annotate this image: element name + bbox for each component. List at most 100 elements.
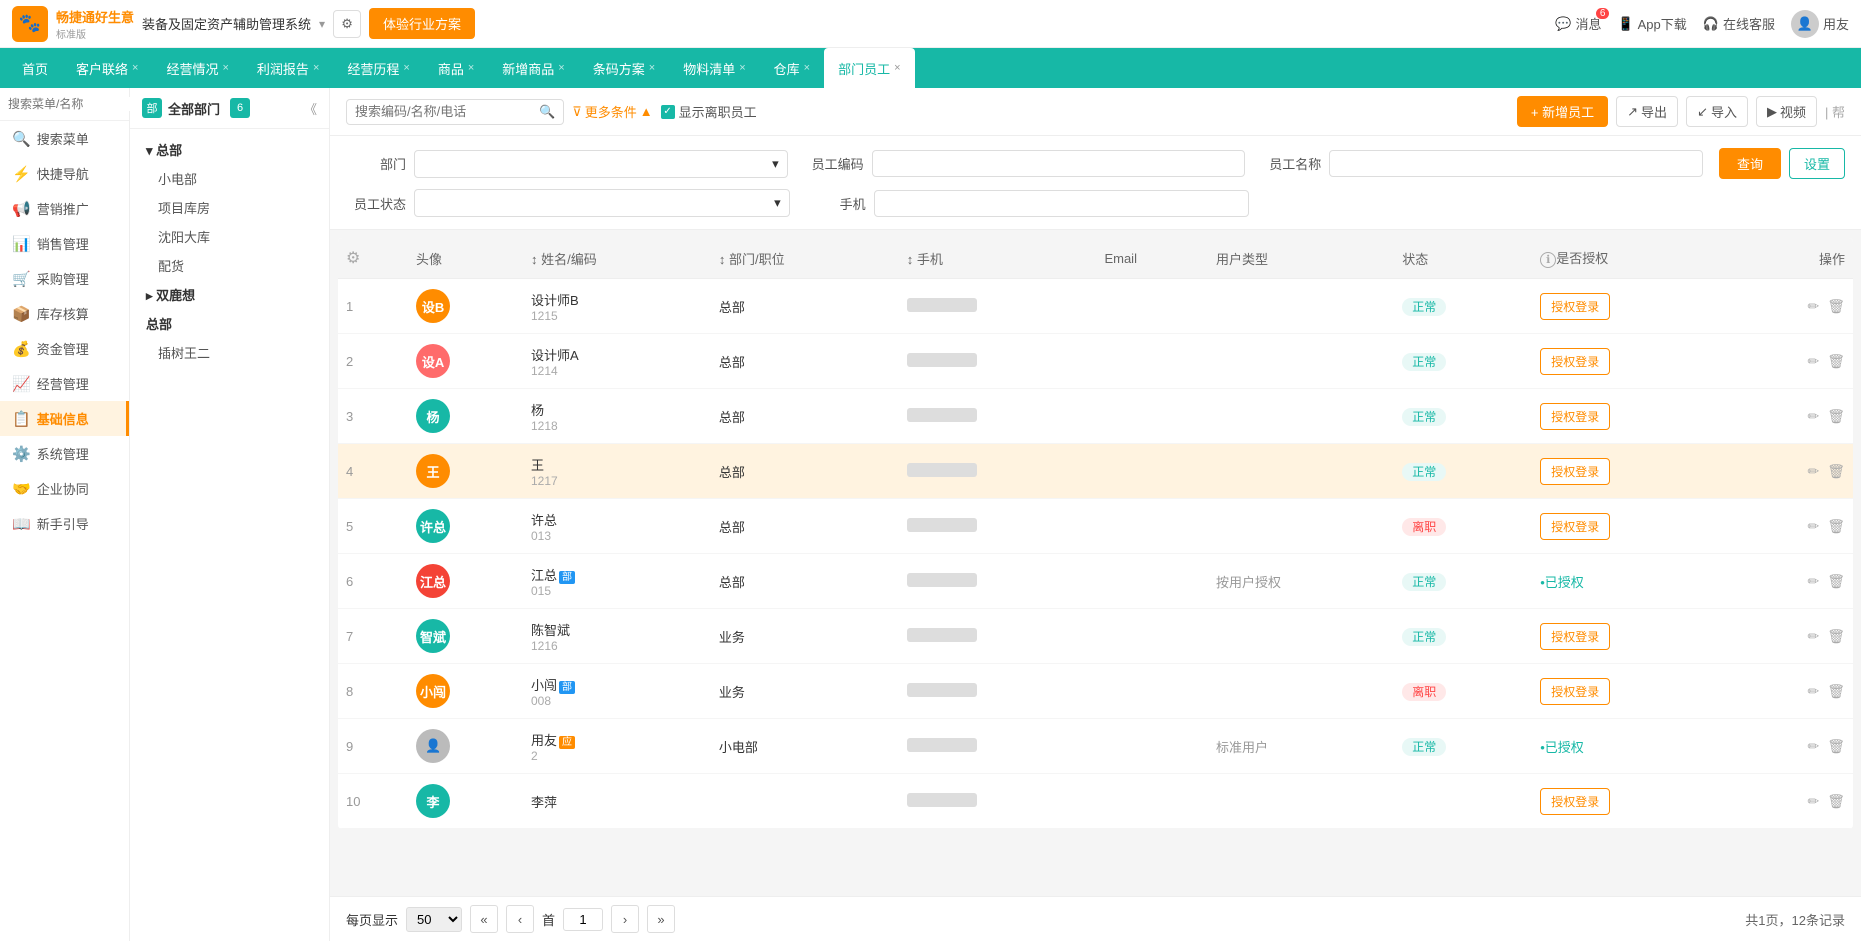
info-icon[interactable]: ℹ: [1540, 252, 1556, 268]
edit-icon[interactable]: ✏: [1807, 683, 1819, 700]
page-number-input[interactable]: [563, 908, 603, 931]
dept-node-配货[interactable]: 配货: [130, 251, 329, 280]
prev-page-button[interactable]: ‹: [506, 905, 534, 933]
delete-icon[interactable]: 🗑: [1827, 518, 1845, 535]
sidebar-item-系统管理[interactable]: ⚙️系统管理: [0, 436, 129, 471]
import-button[interactable]: ↙ 导入: [1686, 96, 1748, 127]
delete-icon[interactable]: 🗑: [1827, 738, 1845, 755]
more-filter-button[interactable]: ⊽ 更多条件 ▲: [572, 102, 652, 121]
sidebar-item-营销推广[interactable]: 📢营销推广: [0, 191, 129, 226]
sidebar-item-新手引导[interactable]: 📖新手引导: [0, 506, 129, 541]
edit-icon[interactable]: ✏: [1807, 573, 1819, 590]
dept-node-双鹿想[interactable]: ▸ 双鹿想: [130, 280, 329, 309]
app-download-button[interactable]: 📱 App下载: [1617, 14, 1686, 33]
nav-tab-经营情况[interactable]: 经营情况 ×: [152, 48, 242, 88]
tab-close-icon[interactable]: ×: [222, 62, 228, 74]
dept-filter-select[interactable]: ▾: [414, 150, 788, 178]
sidebar-item-搜索菜单[interactable]: 🔍搜索菜单: [0, 121, 129, 156]
first-page-button[interactable]: «: [470, 905, 498, 933]
sidebar-item-采购管理[interactable]: 🛒采购管理: [0, 261, 129, 296]
nav-tab-经营历程[interactable]: 经营历程 ×: [333, 48, 423, 88]
auth-login-button[interactable]: 授权登录: [1540, 458, 1610, 485]
sidebar-item-销售管理[interactable]: 📊销售管理: [0, 226, 129, 261]
sidebar-item-企业协同[interactable]: 🤝企业协同: [0, 471, 129, 506]
nav-tab-部门员工[interactable]: 部门员工 ×: [824, 48, 914, 88]
delete-icon[interactable]: 🗑: [1827, 463, 1845, 480]
next-page-button[interactable]: ›: [611, 905, 639, 933]
edit-icon[interactable]: ✏: [1807, 353, 1819, 370]
auth-login-button[interactable]: 授权登录: [1540, 403, 1610, 430]
nav-tab-仓库[interactable]: 仓库 ×: [760, 48, 824, 88]
nav-tab-利润报告[interactable]: 利润报告 ×: [243, 48, 333, 88]
emp-name-input[interactable]: [1329, 150, 1703, 177]
dept-node-小电部[interactable]: 小电部: [130, 164, 329, 193]
dept-node-总部[interactable]: 总部: [130, 309, 329, 338]
tab-close-icon[interactable]: ×: [804, 62, 810, 74]
nav-tab-条码方案[interactable]: 条码方案 ×: [579, 48, 669, 88]
phone-input[interactable]: [874, 190, 1250, 217]
add-employee-button[interactable]: + 新增员工: [1517, 96, 1608, 127]
delete-icon[interactable]: 🗑: [1827, 408, 1845, 425]
tab-close-icon[interactable]: ×: [313, 62, 319, 74]
sidebar-item-经营管理[interactable]: 📈经营管理: [0, 366, 129, 401]
nav-tab-客户联络[interactable]: 客户联络 ×: [62, 48, 152, 88]
delete-icon[interactable]: 🗑: [1827, 353, 1845, 370]
last-page-button[interactable]: »: [647, 905, 675, 933]
edit-icon[interactable]: ✏: [1807, 793, 1819, 810]
nav-tab-商品[interactable]: 商品 ×: [424, 48, 488, 88]
tab-close-icon[interactable]: ×: [558, 62, 564, 74]
export-button[interactable]: ↗ 导出: [1616, 96, 1678, 127]
dept-node-总部[interactable]: ▾ 总部: [130, 135, 329, 164]
auth-login-button[interactable]: 授权登录: [1540, 513, 1610, 540]
dropdown-arrow-icon[interactable]: ▾: [319, 17, 325, 31]
dept-node-插树王二[interactable]: 插树王二: [130, 338, 329, 367]
show-resign-toggle[interactable]: ✓ 显示离职员工: [661, 102, 757, 121]
edit-icon[interactable]: ✏: [1807, 738, 1819, 755]
gear-icon[interactable]: ⚙: [346, 250, 360, 267]
dept-node-项目库房[interactable]: 项目库房: [130, 193, 329, 222]
message-button[interactable]: 💬 消息 6: [1555, 14, 1601, 33]
delete-icon[interactable]: 🗑: [1827, 793, 1845, 810]
tab-close-icon[interactable]: ×: [739, 62, 745, 74]
set-button[interactable]: 设置: [1789, 148, 1845, 179]
edit-icon[interactable]: ✏: [1807, 518, 1819, 535]
col-dept-pos[interactable]: ↕ 部门/职位: [711, 238, 899, 279]
delete-icon[interactable]: 🗑: [1827, 683, 1845, 700]
emp-code-input[interactable]: [872, 150, 1246, 177]
nav-tab-新增商品[interactable]: 新增商品 ×: [488, 48, 578, 88]
edit-icon[interactable]: ✏: [1807, 298, 1819, 315]
sidebar-item-库存核算[interactable]: 📦库存核算: [0, 296, 129, 331]
emp-status-select[interactable]: ▾: [414, 189, 790, 217]
show-resign-checkbox[interactable]: ✓: [661, 105, 675, 119]
auth-login-button[interactable]: 授权登录: [1540, 348, 1610, 375]
tab-close-icon[interactable]: ×: [132, 62, 138, 74]
search-input[interactable]: [355, 104, 535, 119]
tab-close-icon[interactable]: ×: [468, 62, 474, 74]
sidebar-item-基础信息[interactable]: 📋基础信息: [0, 401, 129, 436]
nav-tab-物料清单[interactable]: 物料清单 ×: [669, 48, 759, 88]
tab-close-icon[interactable]: ×: [894, 62, 900, 74]
auth-login-button[interactable]: 授权登录: [1540, 788, 1610, 815]
delete-icon[interactable]: 🗑: [1827, 298, 1845, 315]
auth-login-button[interactable]: 授权登录: [1540, 623, 1610, 650]
tab-close-icon[interactable]: ×: [649, 62, 655, 74]
edit-icon[interactable]: ✏: [1807, 463, 1819, 480]
sidebar-item-快捷导航[interactable]: ⚡快捷导航: [0, 156, 129, 191]
edit-icon[interactable]: ✏: [1807, 408, 1819, 425]
delete-icon[interactable]: 🗑: [1827, 628, 1845, 645]
sidebar-item-资金管理[interactable]: 💰资金管理: [0, 331, 129, 366]
trial-button[interactable]: 体验行业方案: [369, 8, 475, 39]
tab-close-icon[interactable]: ×: [403, 62, 409, 74]
dept-node-沈阳大库[interactable]: 沈阳大库: [130, 222, 329, 251]
online-service-button[interactable]: 🎧 在线客服: [1703, 14, 1775, 33]
collapse-button[interactable]: 《: [304, 99, 317, 118]
col-phone[interactable]: ↕ 手机: [899, 238, 1097, 279]
nav-tab-首页[interactable]: 首页: [8, 48, 62, 88]
user-menu-button[interactable]: 👤 用友: [1791, 10, 1849, 38]
settings-button[interactable]: ⚙: [333, 10, 361, 38]
col-name-code[interactable]: ↕ 姓名/编码: [523, 238, 711, 279]
view-button[interactable]: ▶ 视频: [1756, 96, 1817, 127]
query-button[interactable]: 查询: [1719, 148, 1781, 179]
auth-login-button[interactable]: 授权登录: [1540, 678, 1610, 705]
per-page-select[interactable]: 50 100: [406, 907, 462, 932]
